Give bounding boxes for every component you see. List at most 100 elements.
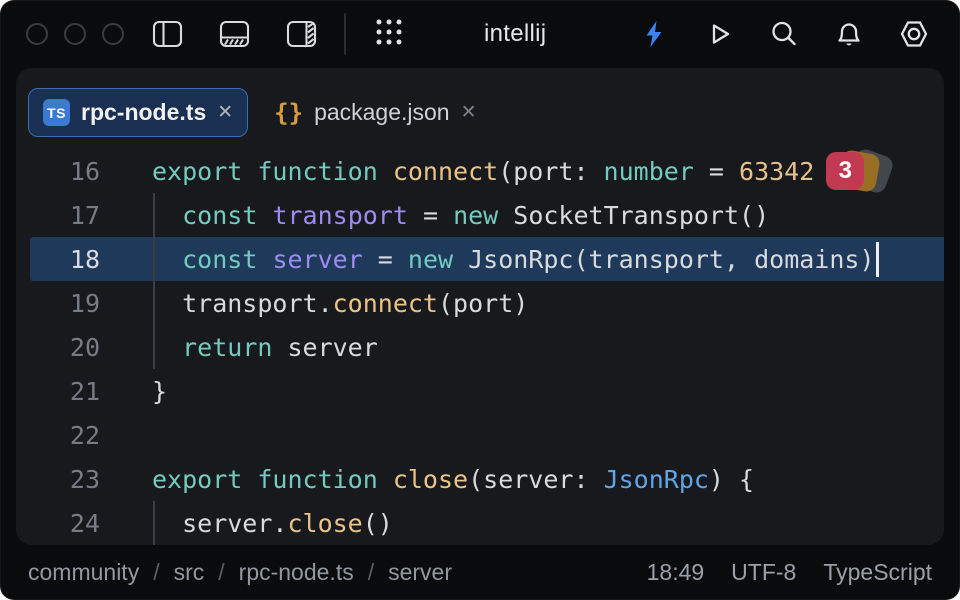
- code-line-23[interactable]: 23 export function close(server: JsonRpc)…: [16, 457, 944, 501]
- editor-panel: TS rpc-node.ts ✕ {} package.json ✕ 16 exp…: [16, 68, 944, 545]
- breadcrumb: community / src / rpc-node.ts / server: [28, 559, 452, 586]
- token-plain: [257, 201, 272, 230]
- token-plain: server: [272, 333, 377, 362]
- token-plain: [152, 201, 182, 230]
- token-function: connect: [393, 157, 498, 186]
- run-icon[interactable]: [703, 18, 735, 50]
- token-plain: [152, 245, 182, 274]
- token-plain: SocketTransport(): [498, 201, 769, 230]
- search-icon[interactable]: [768, 18, 800, 50]
- token-plain: }: [152, 377, 167, 406]
- status-item[interactable]: TypeScript: [823, 559, 932, 586]
- line-number[interactable]: 19: [16, 289, 100, 318]
- breadcrumb-item[interactable]: rpc-node.ts: [239, 559, 354, 586]
- tab-close-icon[interactable]: ✕: [461, 103, 477, 122]
- tab-bar: TS rpc-node.ts ✕ {} package.json ✕: [28, 88, 491, 137]
- line-number[interactable]: 17: [16, 201, 100, 230]
- token-keyword: return: [182, 333, 272, 362]
- token-function: close: [287, 509, 362, 538]
- app-window: intellij: [0, 0, 960, 600]
- status-item[interactable]: 18:49: [647, 559, 705, 586]
- window-zoom-button[interactable]: [102, 23, 124, 45]
- code-area[interactable]: 16export function connect(port: number =…: [16, 149, 944, 545]
- line-number[interactable]: 22: [16, 421, 100, 450]
- code-text[interactable]: export function connect(port: number = 6…: [152, 151, 898, 191]
- toggle-bottom-panel-icon[interactable]: [219, 20, 250, 48]
- token-function: close: [393, 465, 468, 494]
- usages-badge-stack[interactable]: 3: [826, 151, 898, 191]
- breadcrumb-separator: /: [368, 559, 374, 586]
- window-title: intellij: [484, 20, 546, 48]
- code-text[interactable]: const server = new JsonRpc(transport, do…: [152, 242, 879, 277]
- code-line-24[interactable]: 24 server.close(): [16, 501, 944, 545]
- breadcrumb-separator: /: [153, 559, 159, 586]
- code-line-19[interactable]: 19 transport.connect(port): [16, 281, 944, 325]
- token-keyword: const: [182, 201, 257, 230]
- line-number[interactable]: 16: [16, 157, 100, 186]
- breadcrumb-separator: /: [218, 559, 224, 586]
- token-variable: server: [272, 245, 362, 274]
- token-function: connect: [333, 289, 438, 318]
- token-plain: =: [694, 157, 739, 186]
- token-variable: transport: [272, 201, 407, 230]
- token-plain: transport.: [152, 289, 333, 318]
- code-line-16[interactable]: 16 export function connect(port: number =…: [16, 149, 944, 193]
- tab-rpc-node-ts[interactable]: TS rpc-node.ts ✕: [28, 88, 248, 137]
- status-widgets: 18:49 UTF-8 TypeScript: [647, 559, 932, 586]
- token-plain: =: [408, 201, 453, 230]
- code-text[interactable]: }: [152, 377, 167, 406]
- token-plain: JsonRpc(transport, domains): [453, 245, 874, 274]
- settings-icon[interactable]: [898, 18, 930, 50]
- token-plain: [152, 333, 182, 362]
- app-grid-icon[interactable]: [372, 15, 406, 54]
- toggle-left-panel-icon[interactable]: [152, 20, 183, 48]
- panel-toggle-group: [152, 20, 317, 48]
- text-caret: [876, 242, 879, 277]
- code-line-18[interactable]: 18 const server = new JsonRpc(transport,…: [16, 237, 944, 281]
- code-text[interactable]: transport.connect(port): [152, 289, 528, 318]
- code-text[interactable]: const transport = new SocketTransport(): [152, 201, 769, 230]
- token-plain: (server:: [468, 465, 603, 494]
- breadcrumb-item[interactable]: server: [388, 559, 452, 586]
- window-minimize-button[interactable]: [64, 23, 86, 45]
- titlebar-actions: [638, 18, 930, 50]
- token-keyword: export function: [152, 157, 393, 186]
- code-line-17[interactable]: 17 const transport = new SocketTransport…: [16, 193, 944, 237]
- tab-label: rpc-node.ts: [81, 99, 206, 126]
- token-type: JsonRpc: [604, 465, 709, 494]
- ai-assistant-icon[interactable]: [638, 18, 670, 50]
- line-number[interactable]: 20: [16, 333, 100, 362]
- line-number[interactable]: 21: [16, 377, 100, 406]
- token-plain: (): [363, 509, 393, 538]
- status-item[interactable]: UTF-8: [731, 559, 796, 586]
- code-text[interactable]: export function close(server: JsonRpc) {: [152, 465, 754, 494]
- token-keyword: number: [604, 157, 694, 186]
- token-keyword: const: [182, 245, 257, 274]
- code-line-22[interactable]: 22: [16, 413, 944, 457]
- token-plain: [257, 245, 272, 274]
- token-keyword: new: [453, 201, 498, 230]
- token-plain: =: [363, 245, 408, 274]
- token-plain: (port:: [498, 157, 603, 186]
- titlebar: intellij: [0, 0, 960, 68]
- tab-close-icon[interactable]: ✕: [217, 103, 233, 122]
- json-file-icon: {}: [274, 99, 303, 127]
- line-number[interactable]: 24: [16, 509, 100, 538]
- tab-package-json[interactable]: {} package.json ✕: [260, 88, 490, 137]
- code-text[interactable]: return server: [152, 333, 378, 362]
- code-line-21[interactable]: 21}: [16, 369, 944, 413]
- window-close-button[interactable]: [26, 23, 48, 45]
- status-bar: community / src / rpc-node.ts / server 18:49 UT…: [0, 545, 960, 600]
- line-number[interactable]: 18: [16, 245, 100, 274]
- toggle-right-panel-icon[interactable]: [286, 20, 317, 48]
- line-number[interactable]: 23: [16, 465, 100, 494]
- code-line-20[interactable]: 20 return server: [16, 325, 944, 369]
- breadcrumb-item[interactable]: community: [28, 559, 139, 586]
- token-keyword: new: [408, 245, 453, 274]
- tab-label: package.json: [314, 99, 450, 126]
- code-text[interactable]: server.close(): [152, 509, 393, 538]
- breadcrumb-item[interactable]: src: [174, 559, 205, 586]
- token-plain: ) {: [709, 465, 754, 494]
- notifications-bell-icon[interactable]: [833, 18, 865, 50]
- token-keyword: export function: [152, 465, 393, 494]
